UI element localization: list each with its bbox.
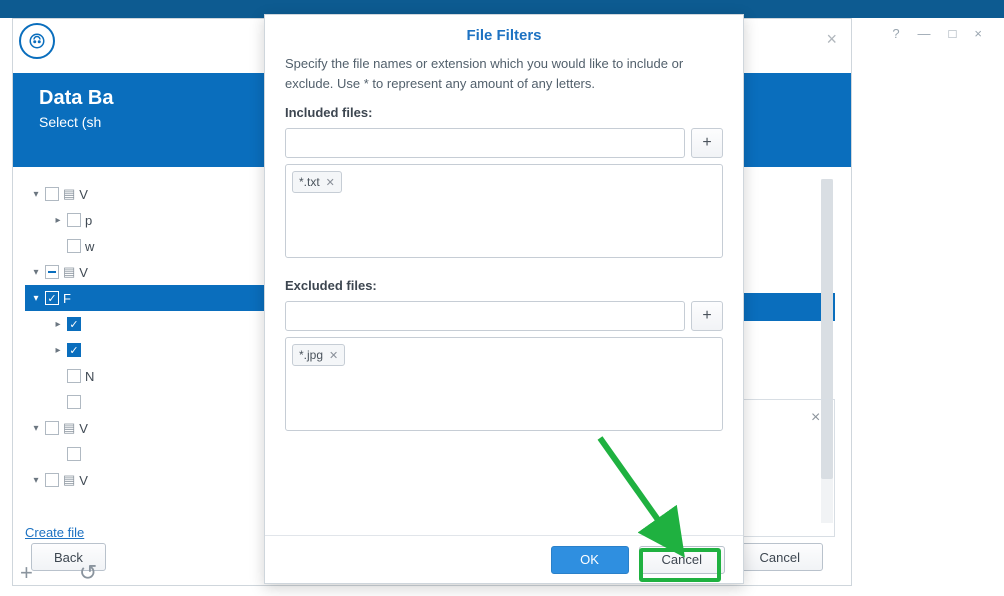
volume-icon: ▤ [63, 420, 75, 436]
caret-icon[interactable]: ▾ [31, 293, 41, 304]
volume-icon: ▤ [63, 472, 75, 488]
checkbox[interactable] [67, 395, 81, 409]
chip-remove-icon[interactable]: ✕ [329, 349, 338, 362]
close-icon[interactable]: × [974, 26, 982, 41]
selected-panel-close-icon[interactable]: × [811, 409, 820, 427]
ok-button[interactable]: OK [551, 546, 629, 574]
app-logo-icon [19, 23, 55, 59]
plus-icon[interactable]: + [20, 560, 33, 586]
caret-icon[interactable]: ▾ [31, 267, 41, 278]
caret-icon[interactable]: ▾ [31, 423, 41, 434]
left-rail-icons: + ↺ [20, 560, 97, 586]
dialog-footer: OK Cancel [265, 535, 743, 583]
caret-icon[interactable]: ▸ [53, 345, 63, 356]
volume-icon: ▤ [63, 186, 75, 202]
history-icon[interactable]: ↺ [79, 560, 97, 586]
cancel-button[interactable]: Cancel [639, 546, 725, 574]
checkbox[interactable] [67, 369, 81, 383]
checkbox[interactable]: ✓ [67, 343, 81, 357]
checkbox[interactable] [45, 265, 59, 279]
included-files-label: Included files: [285, 105, 723, 120]
checkbox[interactable] [67, 239, 81, 253]
tree-item-label: w [85, 239, 94, 254]
create-file-filter-link[interactable]: Create file [25, 525, 84, 540]
excluded-files-chipbox: *.jpg ✕ [285, 337, 723, 431]
tree-item-label: V [79, 187, 88, 202]
checkbox[interactable] [45, 421, 59, 435]
add-excluded-button[interactable]: + [691, 301, 723, 331]
wizard-close-icon[interactable]: × [826, 29, 837, 50]
checkbox[interactable] [67, 447, 81, 461]
maximize-icon[interactable]: □ [949, 26, 957, 41]
help-icon[interactable]: ? [892, 26, 899, 41]
caret-icon[interactable]: ▸ [53, 319, 63, 330]
tree-item-label: V [79, 473, 88, 488]
tree-item-label: F [63, 291, 71, 306]
window-system-controls: ? — □ × [892, 26, 982, 41]
excluded-chip: *.jpg ✕ [292, 344, 345, 366]
included-files-chipbox: *.txt ✕ [285, 164, 723, 258]
tree-item-label: V [79, 265, 88, 280]
included-chip: *.txt ✕ [292, 171, 342, 193]
wizard-cancel-button[interactable]: Cancel [737, 543, 823, 571]
tree-item-label: N [85, 369, 94, 384]
caret-icon[interactable]: ▾ [31, 475, 41, 486]
minimize-icon[interactable]: — [918, 26, 931, 41]
caret-icon[interactable]: ▾ [31, 189, 41, 200]
chip-label: *.jpg [299, 348, 323, 362]
included-files-input[interactable] [285, 128, 685, 158]
checkbox[interactable]: ✓ [45, 291, 59, 305]
checkbox[interactable]: ✓ [67, 317, 81, 331]
checkbox[interactable] [45, 473, 59, 487]
dialog-description: Specify the file names or extension whic… [285, 54, 723, 93]
caret-icon[interactable]: ▸ [53, 215, 63, 226]
file-filters-dialog: File Filters Specify the file names or e… [264, 14, 744, 584]
tree-item-label: V [79, 421, 88, 436]
chip-label: *.txt [299, 175, 320, 189]
dialog-title: File Filters [265, 15, 743, 54]
checkbox[interactable] [67, 213, 81, 227]
tree-item-label: p [85, 213, 92, 228]
chip-remove-icon[interactable]: ✕ [326, 176, 335, 189]
volume-icon: ▤ [63, 264, 75, 280]
excluded-files-input[interactable] [285, 301, 685, 331]
excluded-files-label: Excluded files: [285, 278, 723, 293]
add-included-button[interactable]: + [691, 128, 723, 158]
checkbox[interactable] [45, 187, 59, 201]
